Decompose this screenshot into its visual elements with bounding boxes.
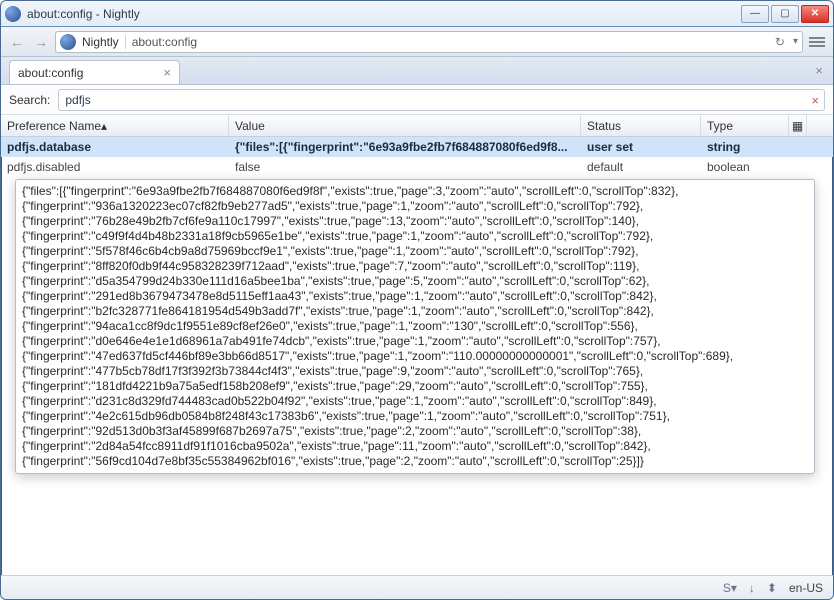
tooltip-line: {"fingerprint":"477b5cb78df17f3f392f3b73… <box>22 364 808 379</box>
close-button[interactable]: ✕ <box>801 5 829 23</box>
tooltip-line: {"fingerprint":"181dfd4221b9a75a5edf158b… <box>22 379 808 394</box>
tooltip-line: {"fingerprint":"47ed637fd5cf446bf89e3bb6… <box>22 349 808 364</box>
firefox-icon <box>5 6 21 22</box>
tooltip-line: {"fingerprint":"4e2c615db96db0584b8f248f… <box>22 409 808 424</box>
secondary-close-icon[interactable]: × <box>815 63 823 78</box>
cell-status: user set <box>581 138 701 156</box>
addon-s-icon[interactable]: S▾ <box>723 581 737 595</box>
tooltip-line: {"fingerprint":"56f9cd104d7e8bf35c553849… <box>22 454 808 469</box>
value-tooltip: {"files":[{"fingerprint":"6e93a9fbe2fb7f… <box>15 179 815 474</box>
urlbar-separator <box>125 35 126 49</box>
url-text: about:config <box>132 35 197 49</box>
cell-name: pdfjs.disabled <box>1 158 229 176</box>
tab-aboutconfig[interactable]: about:config × <box>9 60 180 84</box>
hamburger-menu-button[interactable] <box>807 32 827 52</box>
tab-close-icon[interactable]: × <box>163 65 171 80</box>
cell-value: false <box>229 158 581 176</box>
search-input[interactable] <box>58 89 825 111</box>
identity-icon <box>60 34 76 50</box>
clear-search-icon[interactable]: × <box>811 93 819 108</box>
tooltip-line: {"fingerprint":"8ff820f0db9f44c958328239… <box>22 259 808 274</box>
tooltip-line: {"fingerprint":"d0e646e4e1e1d68961a7ab49… <box>22 334 808 349</box>
table-row[interactable]: pdfjs.database {"files":[{"fingerprint":… <box>1 137 833 157</box>
addon-icon[interactable]: ⬍ <box>767 581 777 595</box>
maximize-button[interactable]: ▢ <box>771 5 799 23</box>
tooltip-line: {"files":[{"fingerprint":"6e93a9fbe2fb7f… <box>22 184 808 199</box>
col-type[interactable]: Type <box>701 115 789 136</box>
col-status[interactable]: Status <box>581 115 701 136</box>
table-row[interactable]: pdfjs.disabled false default boolean <box>1 157 833 177</box>
cell-name: pdfjs.database <box>1 138 229 156</box>
tooltip-line: {"fingerprint":"92d513d0b3f3af45899f687b… <box>22 424 808 439</box>
cell-status: default <box>581 158 701 176</box>
tooltip-line: {"fingerprint":"d231c8d329fd744483cad0b5… <box>22 394 808 409</box>
cell-type: string <box>701 138 789 156</box>
search-label: Search: <box>9 93 50 107</box>
tab-strip: about:config × × <box>1 57 833 85</box>
cell-value: {"files":[{"fingerprint":"6e93a9fbe2fb7f… <box>229 138 581 156</box>
tooltip-line: {"fingerprint":"b2fc328771fe864181954d54… <box>22 304 808 319</box>
tab-label: about:config <box>18 66 83 80</box>
tooltip-line: {"fingerprint":"94aca1cc8f9dc1f9551e89cf… <box>22 319 808 334</box>
window-controls: — ▢ ✕ <box>741 5 829 23</box>
reload-button[interactable]: ↻ <box>775 35 785 49</box>
window: about:config - Nightly — ▢ ✕ ← → Nightly… <box>0 0 834 600</box>
col-name-label: Preference Name <box>7 119 101 133</box>
back-button[interactable]: ← <box>7 32 27 52</box>
window-title: about:config - Nightly <box>27 7 741 21</box>
sort-indicator-icon: ▴ <box>101 119 107 133</box>
col-value[interactable]: Value <box>229 115 581 136</box>
config-search-row: Search: × <box>1 85 833 115</box>
nav-toolbar: ← → Nightly about:config ↻ ▾ <box>1 27 833 57</box>
locale-label: en-US <box>789 581 823 595</box>
column-picker-button[interactable]: ▦ <box>789 115 807 136</box>
tooltip-line: {"fingerprint":"5f578f46c6b4cb9a8d75969b… <box>22 244 808 259</box>
download-icon[interactable]: ↓ <box>749 581 755 595</box>
url-bar[interactable]: Nightly about:config ↻ ▾ <box>55 31 803 53</box>
search-box: × <box>58 89 825 111</box>
col-preference-name[interactable]: Preference Name ▴ <box>1 115 229 136</box>
identity-label: Nightly <box>82 35 119 49</box>
prefs-table-header: Preference Name ▴ Value Status Type ▦ <box>1 115 833 137</box>
prefs-table-body: pdfjs.database {"files":[{"fingerprint":… <box>1 137 833 177</box>
forward-button[interactable]: → <box>31 32 51 52</box>
tooltip-line: {"fingerprint":"2d84a54fcc8911df91f1016c… <box>22 439 808 454</box>
tooltip-line: {"fingerprint":"936a1320223ec07cf82fb9eb… <box>22 199 808 214</box>
tooltip-line: {"fingerprint":"291ed8b3679473478e8d5115… <box>22 289 808 304</box>
tooltip-line: {"fingerprint":"d5a354799d24b330e111d16a… <box>22 274 808 289</box>
tooltip-line: {"fingerprint":"c49f9f4d4b48b2331a18f9cb… <box>22 229 808 244</box>
cell-type: boolean <box>701 158 789 176</box>
titlebar[interactable]: about:config - Nightly — ▢ ✕ <box>1 1 833 27</box>
minimize-button[interactable]: — <box>741 5 769 23</box>
tooltip-line: {"fingerprint":"76b28e49b2fb7cf6fe9a110c… <box>22 214 808 229</box>
urlbar-dropdown-icon[interactable]: ▾ <box>793 36 798 47</box>
status-bar: S▾ ↓ ⬍ en-US <box>1 575 833 599</box>
